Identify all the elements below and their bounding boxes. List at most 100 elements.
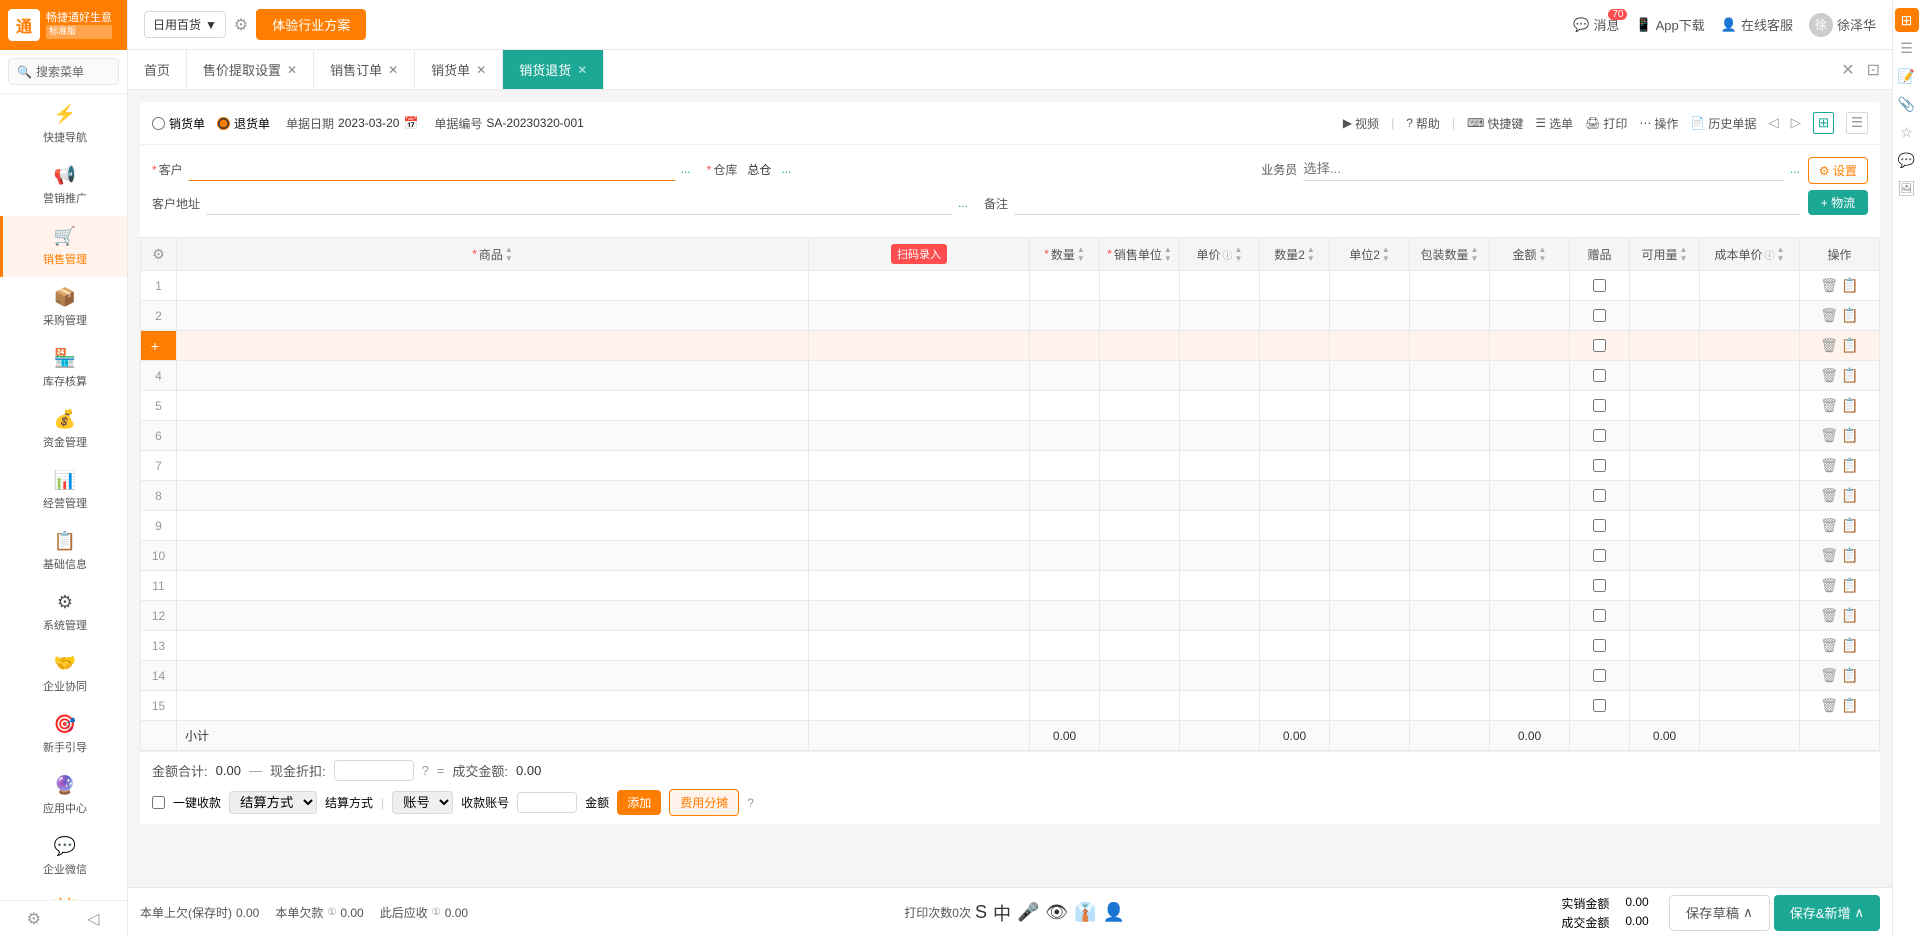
pay-method-select[interactable]: 结算方式 (229, 791, 317, 814)
row-copy-9[interactable]: 📋 (1841, 517, 1858, 534)
video-action[interactable]: ▶视频 (1343, 115, 1379, 132)
zhong-icon-button[interactable]: 中 (993, 900, 1011, 926)
tab-1[interactable]: 售价提取设置✕ (187, 50, 314, 89)
close-tab-button[interactable]: ✕ (1837, 56, 1858, 84)
user-menu[interactable]: 徐 徐泽华 (1809, 13, 1876, 37)
payment-help-icon[interactable]: ? (747, 796, 754, 810)
customer-input[interactable] (189, 157, 675, 181)
gift-cb-13[interactable] (1593, 639, 1606, 652)
gift-cb-15[interactable] (1593, 699, 1606, 712)
app-download-button[interactable]: 📱 App下载 (1635, 15, 1704, 34)
sidebar-item-shortcuts[interactable]: ⚡快捷导航 (0, 94, 127, 155)
help-action[interactable]: ?帮助 (1406, 115, 1440, 132)
row-copy-12[interactable]: 📋 (1841, 607, 1858, 624)
gift-cb-7[interactable] (1593, 459, 1606, 472)
sidebar-settings-button[interactable]: ⚙ (8, 909, 60, 929)
sidebar-item-collab[interactable]: 🤝企业协同 (0, 643, 127, 704)
mic-icon-button[interactable]: 🎤 (1017, 902, 1039, 923)
sidebar-item-member[interactable]: 👑畅会员 (0, 887, 127, 900)
sidebar-item-basic[interactable]: 📋基础信息 (0, 521, 127, 582)
row-goods-5[interactable] (177, 391, 809, 421)
next-record-button[interactable]: ▷ (1791, 115, 1801, 131)
sidebar-item-guide[interactable]: 🎯新手引导 (0, 704, 127, 765)
right-sidebar-img-btn[interactable]: 🖼 (1895, 176, 1919, 200)
tab-close-3[interactable]: ✕ (476, 63, 486, 77)
message-button[interactable]: 💬 消息 70 (1573, 15, 1619, 34)
right-sidebar-star-btn[interactable]: ☆ (1895, 120, 1919, 144)
gift-cb-11[interactable] (1593, 579, 1606, 592)
add-row-button[interactable]: + (145, 336, 165, 356)
row-copy-8[interactable]: 📋 (1841, 487, 1858, 504)
gift-cb-5[interactable] (1593, 399, 1606, 412)
gift-cb-6[interactable] (1593, 429, 1606, 442)
gift-cb-3[interactable] (1593, 339, 1606, 352)
one-click-pay-checkbox[interactable] (152, 796, 165, 809)
row-goods-10[interactable] (177, 541, 809, 571)
row-goods-11[interactable] (177, 571, 809, 601)
maximize-tab-button[interactable]: ⊡ (1863, 56, 1884, 84)
row-delete-9[interactable]: 🗑 (1820, 517, 1838, 534)
split-cost-button[interactable]: 费用分摊 (669, 789, 739, 816)
gift-cb-2[interactable] (1593, 309, 1606, 322)
sale-radio[interactable]: 销货单 (152, 115, 205, 132)
topbar-gear-icon[interactable]: ⚙ (234, 15, 248, 35)
gift-cb-9[interactable] (1593, 519, 1606, 532)
sidebar-item-business[interactable]: 📊经营管理 (0, 460, 127, 521)
gift-cb-4[interactable] (1593, 369, 1606, 382)
sidebar-item-apps[interactable]: 🔮应用中心 (0, 765, 127, 826)
row-copy-1[interactable]: 📋 (1841, 277, 1858, 294)
grid-view-button[interactable]: ⊞ (1813, 112, 1834, 134)
row-copy-15[interactable]: 📋 (1841, 697, 1858, 714)
right-sidebar-note-btn[interactable]: 📝 (1895, 64, 1919, 88)
row-goods-3[interactable] (177, 331, 809, 361)
sidebar-collapse-button[interactable]: ◁ (68, 909, 120, 929)
operate-action[interactable]: ⋯操作 (1639, 115, 1678, 132)
row-goods-1[interactable] (177, 271, 809, 301)
remark-input[interactable] (1014, 191, 1800, 215)
row-copy-14[interactable]: 📋 (1841, 667, 1858, 684)
warehouse-select-btn[interactable]: ... (781, 162, 791, 176)
account-select[interactable]: 账号 (392, 791, 453, 814)
row-delete-3[interactable]: 🗑 (1820, 337, 1838, 354)
row-copy-13[interactable]: 📋 (1841, 637, 1858, 654)
right-sidebar-clip-btn[interactable]: 📎 (1895, 92, 1919, 116)
row-delete-6[interactable]: 🗑 (1820, 427, 1838, 444)
address-select-btn[interactable]: ... (958, 196, 968, 210)
row-delete-2[interactable]: 🗑 (1820, 307, 1838, 324)
row-goods-15[interactable] (177, 691, 809, 721)
row-goods-8[interactable] (177, 481, 809, 511)
row-goods-2[interactable] (177, 301, 809, 331)
return-radio[interactable]: 退货单 (217, 115, 270, 132)
gift-cb-1[interactable] (1593, 279, 1606, 292)
goods-input-3[interactable] (181, 338, 804, 353)
row-goods-14[interactable] (177, 661, 809, 691)
tab-3[interactable]: 销货单✕ (415, 50, 503, 89)
row-copy-11[interactable]: 📋 (1841, 577, 1858, 594)
row-delete-1[interactable]: 🗑 (1820, 277, 1838, 294)
prev-record-button[interactable]: ◁ (1768, 115, 1778, 131)
right-sidebar-list-btn[interactable]: ☰ (1895, 36, 1919, 60)
save-new-button[interactable]: 保存&新增 ∧ (1774, 895, 1880, 931)
history-action[interactable]: 📄历史单据 (1690, 115, 1756, 132)
row-copy-6[interactable]: 📋 (1841, 427, 1858, 444)
shortcut-action[interactable]: ⌨快捷键 (1467, 115, 1523, 132)
sidebar-item-marketing[interactable]: 📢营销推广 (0, 155, 127, 216)
row-delete-7[interactable]: 🗑 (1820, 457, 1838, 474)
row-copy-7[interactable]: 📋 (1841, 457, 1858, 474)
list-view-button[interactable]: ☰ (1846, 112, 1868, 134)
person-icon-button[interactable]: 👤 (1103, 902, 1125, 923)
calendar-icon[interactable]: 📅 (403, 116, 418, 130)
row-goods-6[interactable] (177, 421, 809, 451)
row-copy-5[interactable]: 📋 (1841, 397, 1858, 414)
scan-button[interactable]: 扫码录入 (891, 244, 947, 264)
row-goods-4[interactable] (177, 361, 809, 391)
select-action[interactable]: ☰选单 (1535, 115, 1573, 132)
row-delete-10[interactable]: 🗑 (1820, 547, 1838, 564)
staff-select-btn[interactable]: ... (1790, 162, 1800, 176)
address-input[interactable] (206, 191, 952, 215)
gift-cb-12[interactable] (1593, 609, 1606, 622)
eye-icon-button[interactable]: 👁 (1045, 902, 1068, 923)
row-delete-13[interactable]: 🗑 (1820, 637, 1838, 654)
customer-select-btn[interactable]: ... (681, 162, 691, 176)
row-delete-12[interactable]: 🗑 (1820, 607, 1838, 624)
